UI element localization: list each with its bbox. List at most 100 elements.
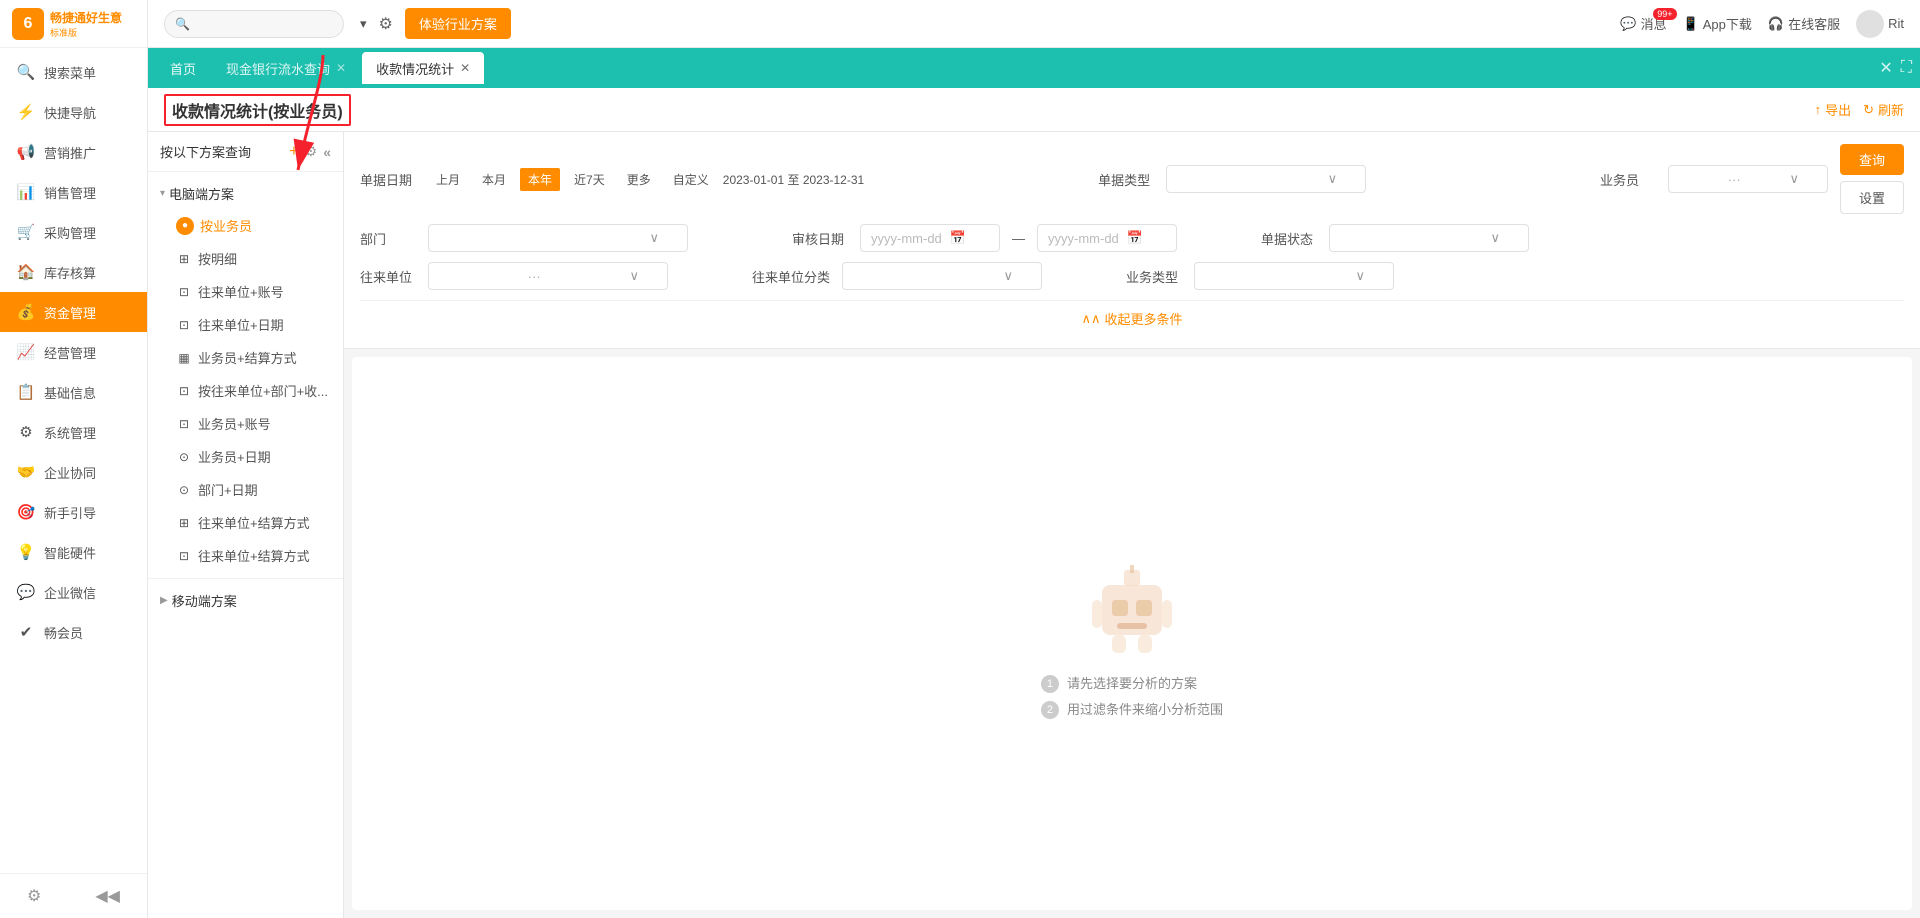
date-tab-last-month[interactable]: 上月 [428,168,468,191]
quicknav-icon: ⚡ [16,102,36,122]
review-date-to-cal-icon[interactable]: 📅 [1127,230,1143,246]
counterpart-account-icon: ⊡ [176,284,192,300]
date-tab-this-year[interactable]: 本年 [520,168,560,191]
topbar-search-box[interactable]: 🔍 [164,10,344,38]
scheme-group-pc-label: 电脑端方案 [169,184,234,203]
scheme-item-salesman-settlement[interactable]: ▦ 业务员+结算方式 [148,341,343,374]
sidebar-item-hardware[interactable]: 💡 智能硬件 [0,532,147,572]
date-tab-more[interactable]: 更多 [619,168,659,191]
collapse-filter-btn[interactable]: ∧∧ 收起更多条件 [360,300,1904,336]
operation-icon: 📈 [16,342,36,362]
scheme-settings-btn[interactable]: ⚙ [305,143,318,160]
sidebar-item-operation[interactable]: 📈 经营管理 [0,332,147,372]
review-date-from-cal-icon[interactable]: 📅 [950,230,966,246]
scheme-item-dept-date[interactable]: ⊙ 部门+日期 [148,473,343,506]
date-tab-custom[interactable]: 自定义 [665,168,717,191]
message-btn[interactable]: 💬 消息 99+ [1620,14,1666,33]
chevron-down-icon: ▾ [360,16,367,32]
doc-status-select[interactable]: ∨ [1329,224,1529,252]
topbar-gear-icon[interactable]: ⚙ [379,14,393,34]
tip-text-1: 请先选择要分析的方案 [1067,671,1197,697]
tab-maximize-btn[interactable]: ⛶ [1901,59,1912,77]
sidebar-item-basic[interactable]: 📋 基础信息 [0,372,147,412]
scheme-collapse-btn[interactable]: « [323,144,331,160]
empty-tips: 1 请先选择要分析的方案 2 用过滤条件来缩小分析范围 [1041,671,1223,723]
scheme-item-counterpart-account-label: 往来单位+账号 [198,282,284,301]
add-scheme-btn[interactable]: + [289,143,298,161]
voucher-type-label: 单据类型 [1098,170,1154,189]
date-tab-this-month[interactable]: 本月 [474,168,514,191]
scheme-group-pc: ▾ 电脑端方案 ● 按业务员 ⊞ 按明细 ⊡ 往来单位+账号 [148,176,343,574]
counterpart-settlement2-icon: ⊡ [176,548,192,564]
app-download-btn[interactable]: 📱 App下载 [1683,14,1752,33]
scheme-item-salesman-date[interactable]: ⊙ 业务员+日期 [148,440,343,473]
phone-icon: 📱 [1683,16,1699,32]
voucher-type-select[interactable]: ∨ [1166,165,1366,193]
scheme-item-by-salesman[interactable]: ● 按业务员 [148,209,343,242]
settings-footer-btn[interactable]: ⚙ [19,882,49,910]
sidebar-item-quicknav[interactable]: ⚡ 快捷导航 [0,92,147,132]
sidebar-item-system[interactable]: ⚙ 系统管理 [0,412,147,452]
tab-bank-flow-close[interactable]: ✕ [336,61,346,75]
system-icon: ⚙ [16,422,36,442]
tab-collection-stats-close[interactable]: ✕ [460,61,470,75]
finance-icon: 💰 [16,302,36,322]
counterpart-category-select[interactable]: ∨ [842,262,1042,290]
left-panel-actions: + ⚙ « [289,143,331,161]
sidebar-item-wechat[interactable]: 💬 企业微信 [0,572,147,612]
scheme-item-salesman-account[interactable]: ⊡ 业务员+账号 [148,407,343,440]
main-area: 🔍 ▾ ⚙ 体验行业方案 💬 消息 99+ 📱 App下载 🎧 在线客服 [148,0,1920,918]
topbar-dropdown[interactable]: ▾ [356,16,367,32]
sidebar-item-inventory[interactable]: 🏠 库存核算 [0,252,147,292]
sidebar-item-enterprise[interactable]: 🤝 企业协同 [0,452,147,492]
date-range-display: 2023-01-01 至 2023-12-31 [723,171,864,188]
scheme-item-counterpart-date[interactable]: ⊡ 往来单位+日期 [148,308,343,341]
scheme-group-pc-header[interactable]: ▾ 电脑端方案 [148,178,343,209]
group-collapse-arrow: ▶ [160,595,168,606]
scheme-item-counterpart-dept-label: 按往来单位+部门+收... [198,381,328,400]
scheme-item-by-detail[interactable]: ⊞ 按明细 [148,242,343,275]
scheme-item-counterpart-settlement2[interactable]: ⊡ 往来单位+结算方式 [148,539,343,572]
refresh-btn[interactable]: ↻ 刷新 [1863,100,1904,119]
sidebar-item-marketing-label: 营销推广 [44,143,96,162]
left-panel: 按以下方案查询 + ⚙ « ▾ 电脑端方案 ● 按业务员 [148,132,344,918]
sidebar-item-search[interactable]: 🔍 搜索菜单 [0,52,147,92]
date-tab-7days[interactable]: 近7天 [566,168,613,191]
sidebar-item-member[interactable]: ✔ 畅会员 [0,612,147,652]
collapse-sidebar-btn[interactable]: ◀◀ [87,882,128,910]
sidebar-item-finance[interactable]: 💰 资金管理 [0,292,147,332]
hardware-icon: 💡 [16,542,36,562]
tab-home[interactable]: 首页 [156,52,210,84]
scheme-item-counterpart-settlement1[interactable]: ⊞ 往来单位+结算方式 [148,506,343,539]
tab-close-all-btn[interactable]: ✕ [1879,58,1892,78]
sidebar-item-sales[interactable]: 📊 销售管理 [0,172,147,212]
tab-bank-flow[interactable]: 现金银行流水查询 ✕ [212,52,360,84]
salesman-select[interactable]: ··· ∨ [1668,165,1828,193]
collapse-up-icon: ∧∧ [1081,311,1100,327]
counterpart-select[interactable]: ··· ∨ [428,262,668,290]
search-icon: 🔍 [16,62,36,82]
salesman-date-icon: ⊙ [176,449,192,465]
scheme-group-mobile-header[interactable]: ▶ 移动端方案 [148,585,343,616]
user-area[interactable]: Rit [1856,10,1904,38]
biz-type-select[interactable]: ∨ [1194,262,1394,290]
setting-btn[interactable]: 设置 [1840,181,1904,214]
topbar-left: 🔍 ▾ ⚙ 体验行业方案 [164,8,511,39]
date-label: 单据日期 [360,170,416,189]
sidebar-item-marketing[interactable]: 📢 营销推广 [0,132,147,172]
department-select[interactable]: ∨ [428,224,688,252]
sidebar-item-newguide[interactable]: 🎯 新手引导 [0,492,147,532]
sidebar-item-inventory-label: 库存核算 [44,263,96,282]
sidebar-nav: 🔍 搜索菜单 ⚡ 快捷导航 📢 营销推广 📊 销售管理 🛒 采购管理 🏠 库存核… [0,48,147,873]
scheme-item-counterpart-dept[interactable]: ⊡ 按往来单位+部门+收... [148,374,343,407]
export-btn[interactable]: ↑ 导出 [1815,100,1852,119]
tab-collection-stats[interactable]: 收款情况统计 ✕ [362,52,484,84]
online-service-btn[interactable]: 🎧 在线客服 [1768,14,1840,33]
edition-badge: 标准版 [50,26,122,39]
trial-btn[interactable]: 体验行业方案 [405,8,511,39]
query-btn[interactable]: 查询 [1840,144,1904,175]
salesman-chevron-icon: ∨ [1789,171,1799,187]
sidebar-item-purchase[interactable]: 🛒 采购管理 [0,212,147,252]
scheme-item-counterpart-account[interactable]: ⊡ 往来单位+账号 [148,275,343,308]
tip-item-1: 1 请先选择要分析的方案 [1041,671,1223,697]
